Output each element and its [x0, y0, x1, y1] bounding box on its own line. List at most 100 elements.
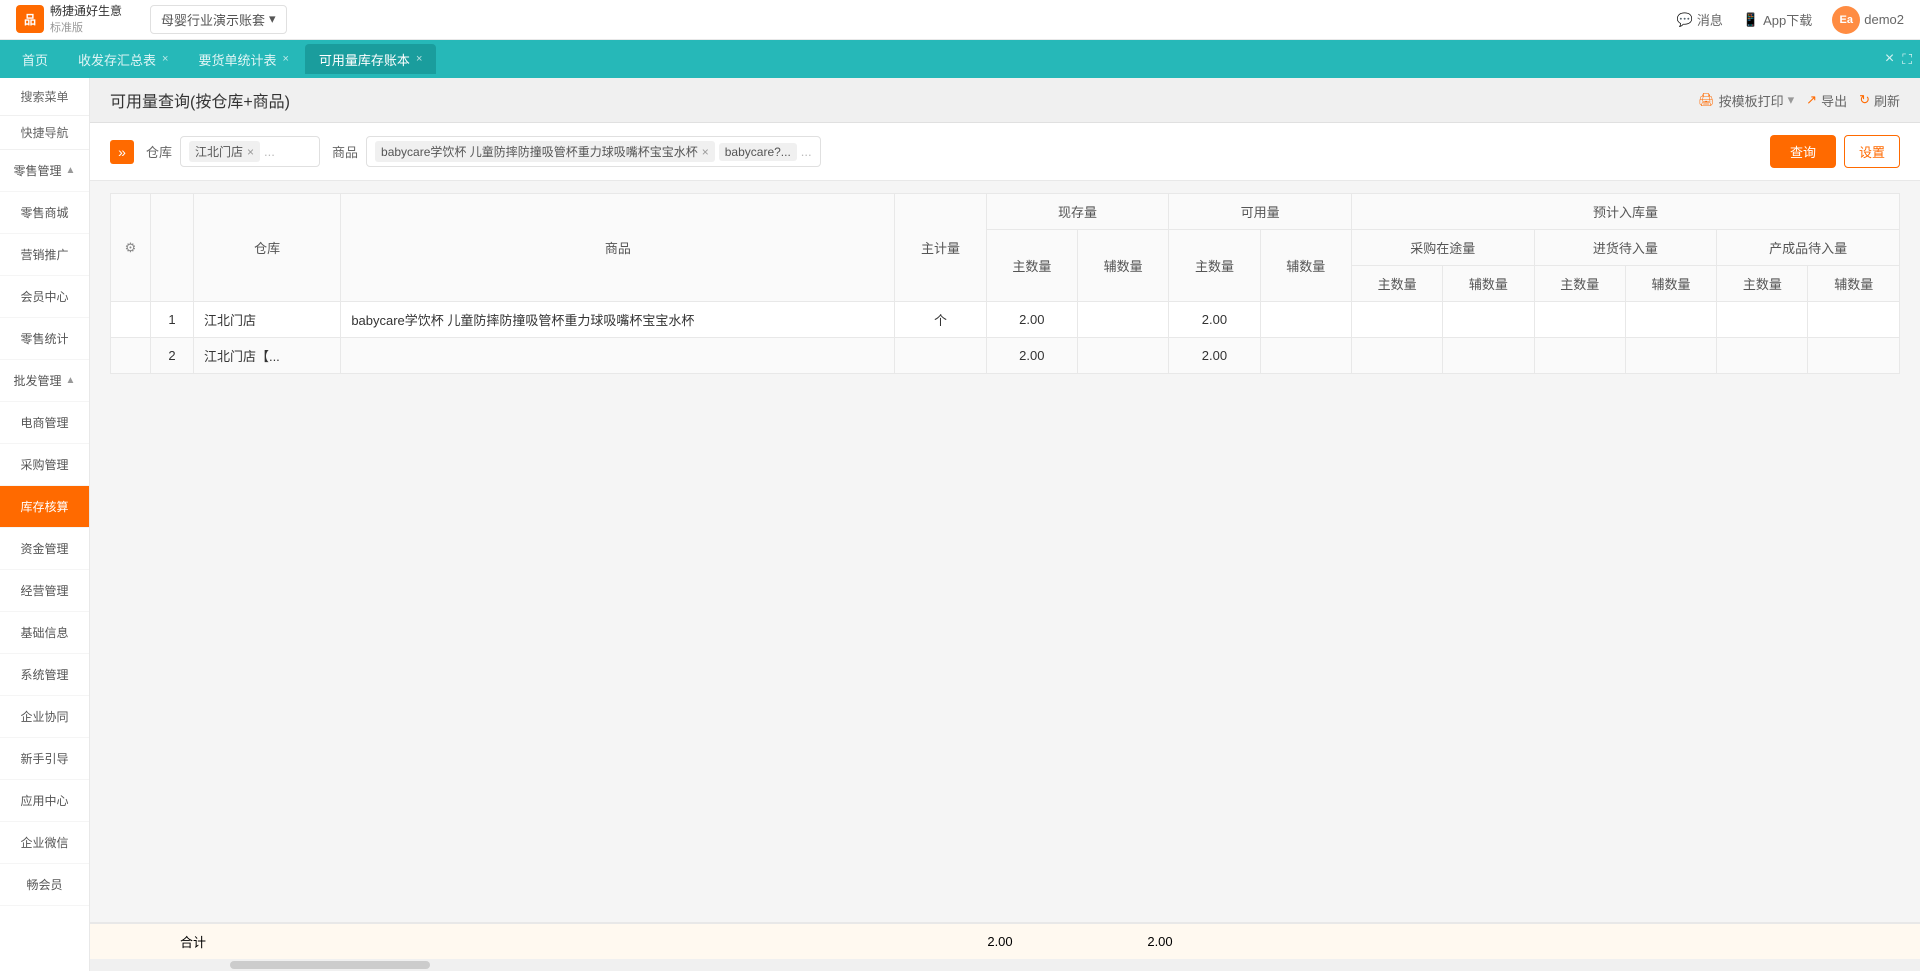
- row1-settings: [111, 302, 151, 338]
- row1-production-main: [1717, 302, 1808, 338]
- warehouse-tag: 江北门店 ×: [189, 141, 260, 162]
- sidebar-item-corp-wechat[interactable]: 企业微信: [0, 822, 89, 864]
- scroll-area: [90, 959, 1920, 971]
- sidebar-item-retail-stats[interactable]: 零售统计: [0, 318, 89, 360]
- sidebar-item-retail-mall[interactable]: 零售商城: [0, 192, 89, 234]
- sidebar: 搜索菜单 快捷导航 零售管理 ▲ 零售商城 营销推广 会员中心 零售统计 批发管…: [0, 78, 90, 971]
- sidebar-item-ecommerce[interactable]: 电商管理: [0, 402, 89, 444]
- filter-buttons: 查询 设置: [1770, 135, 1900, 168]
- product-tag-1-value: babycare学饮杯 儿童防摔防撞吸管杯重力球吸嘴杯宝宝水杯: [381, 143, 698, 160]
- chevron-icon-2: ▲: [66, 375, 76, 386]
- product-more-button[interactable]: ...: [801, 144, 812, 159]
- tab-receivable-label: 收发存汇总表: [78, 50, 156, 69]
- warehouse-filter-input[interactable]: 江北门店 × ...: [180, 136, 320, 167]
- row2-warehouse: 江北门店【...: [193, 338, 340, 374]
- refresh-icon: ↻: [1859, 92, 1870, 108]
- sidebar-item-operation[interactable]: 经营管理: [0, 570, 89, 612]
- content-area: 可用量查询(按仓库+商品) 🖨 按模板打印 ▾ ↗ 导出 ↻ 刷新 »: [90, 78, 1920, 971]
- row1-transfer-main: [1534, 302, 1625, 338]
- horizontal-scrollbar[interactable]: [230, 961, 430, 969]
- filter-area: » 仓库 江北门店 × ... 商品 babycare学饮杯 儿童防摔防撞吸管杯…: [90, 123, 1920, 181]
- sidebar-item-enterprise[interactable]: 企业协同: [0, 696, 89, 738]
- filter-expand-button[interactable]: »: [110, 140, 134, 164]
- row2-purchase-main: [1351, 338, 1442, 374]
- sidebar-item-finance-label: 资金管理: [20, 540, 68, 557]
- row1-transfer-aux: [1625, 302, 1716, 338]
- tab-home-label: 首页: [22, 50, 48, 69]
- message-label: 消息: [1697, 10, 1723, 29]
- sidebar-item-retail-mgmt[interactable]: 零售管理 ▲: [0, 150, 89, 192]
- table-row: 2 江北门店【... 2.00 2.00: [111, 338, 1900, 374]
- sidebar-item-operation-label: 经营管理: [20, 582, 68, 599]
- th-settings[interactable]: ⚙: [111, 194, 151, 302]
- product-filter-label: 商品: [332, 142, 358, 161]
- row2-index: 2: [151, 338, 194, 374]
- close-all-button[interactable]: ×: [1885, 50, 1894, 68]
- tab-receivable[interactable]: 收发存汇总表 ×: [64, 44, 182, 74]
- industry-selector[interactable]: 母婴行业演示账套 ▾: [150, 5, 287, 34]
- product-tag-1-remove[interactable]: ×: [702, 145, 709, 159]
- query-button[interactable]: 查询: [1770, 135, 1836, 168]
- row2-avail-main: 2.00: [1169, 338, 1260, 374]
- sidebar-quick-nav[interactable]: 快捷导航: [0, 116, 89, 150]
- print-label: 按模板打印: [1719, 91, 1784, 110]
- user-profile[interactable]: Ea demo2: [1832, 6, 1904, 34]
- th-stock-group: 现存量: [986, 194, 1169, 230]
- tab-order-stats-label: 要货单统计表: [198, 50, 276, 69]
- th-production-aux: 辅数量: [1808, 266, 1900, 302]
- sidebar-search[interactable]: 搜索菜单: [0, 78, 89, 116]
- data-table: ⚙ 仓库 商品 主计量 现存量 可用量 预计入库量 主数量 辅数量 主数量: [110, 193, 1900, 374]
- warehouse-tag-remove[interactable]: ×: [247, 145, 254, 159]
- tab-home[interactable]: 首页: [8, 44, 62, 74]
- page-title: 可用量查询(按仓库+商品): [110, 88, 290, 112]
- app-download-button[interactable]: 📱 App下载: [1743, 10, 1812, 29]
- sidebar-item-basic-info[interactable]: 基础信息: [0, 612, 89, 654]
- sidebar-item-inventory-check-label: 库存核算: [20, 498, 68, 515]
- tab-order-stats[interactable]: 要货单统计表 ×: [184, 44, 302, 74]
- avatar: Ea: [1832, 6, 1860, 34]
- export-icon: ↗: [1806, 92, 1817, 108]
- settings-button[interactable]: 设置: [1844, 135, 1900, 168]
- fullscreen-button[interactable]: ⛶: [1902, 51, 1912, 68]
- sidebar-item-ecommerce-label: 电商管理: [20, 414, 68, 431]
- sidebar-item-new-guide[interactable]: 新手引导: [0, 738, 89, 780]
- row1-product: babycare学饮杯 儿童防摔防撞吸管杯重力球吸嘴杯宝宝水杯: [341, 302, 895, 338]
- row1-purchase-aux: [1443, 302, 1534, 338]
- sidebar-item-purchase[interactable]: 采购管理: [0, 444, 89, 486]
- download-icon: 📱: [1743, 12, 1759, 28]
- tab-inventory-close[interactable]: ×: [416, 53, 422, 65]
- sidebar-item-inventory-check[interactable]: 库存核算: [0, 486, 89, 528]
- sidebar-item-system[interactable]: 系统管理: [0, 654, 89, 696]
- sidebar-item-wholesale-mgmt[interactable]: 批发管理 ▲: [0, 360, 89, 402]
- footer-label: 合计: [180, 932, 260, 951]
- th-stock-aux: 辅数量: [1077, 230, 1168, 302]
- export-button[interactable]: ↗ 导出: [1806, 91, 1847, 110]
- th-incoming-group: 预计入库量: [1351, 194, 1899, 230]
- warehouse-more-button[interactable]: ...: [264, 144, 275, 159]
- sidebar-item-finance[interactable]: 资金管理: [0, 528, 89, 570]
- sidebar-item-app-center-label: 应用中心: [20, 792, 68, 809]
- sidebar-item-member[interactable]: 会员中心: [0, 276, 89, 318]
- row2-production-main: [1717, 338, 1808, 374]
- sidebar-item-marketing[interactable]: 营销推广: [0, 234, 89, 276]
- row2-product: [341, 338, 895, 374]
- sidebar-item-basic-info-label: 基础信息: [20, 624, 68, 641]
- message-button[interactable]: 💬 消息: [1677, 10, 1723, 29]
- sidebar-item-member-plus[interactable]: 畅会员: [0, 864, 89, 906]
- refresh-button[interactable]: ↻ 刷新: [1859, 91, 1900, 110]
- sidebar-item-app-center[interactable]: 应用中心: [0, 780, 89, 822]
- sidebar-item-retail-mgmt-label: 零售管理: [14, 162, 62, 179]
- print-button[interactable]: 🖨 按模板打印 ▾: [1698, 91, 1794, 110]
- row1-stock-main: 2.00: [986, 302, 1077, 338]
- tab-order-stats-close[interactable]: ×: [282, 53, 288, 65]
- page-header: 可用量查询(按仓库+商品) 🖨 按模板打印 ▾ ↗ 导出 ↻ 刷新: [90, 78, 1920, 123]
- row2-unit: [895, 338, 986, 374]
- tab-receivable-close[interactable]: ×: [162, 53, 168, 65]
- message-icon: 💬: [1677, 12, 1693, 28]
- product-filter-input[interactable]: babycare学饮杯 儿童防摔防撞吸管杯重力球吸嘴杯宝宝水杯 × babyca…: [366, 136, 821, 167]
- nav-tabs: 首页 收发存汇总表 × 要货单统计表 × 可用量库存账本 × × ⛶: [0, 40, 1920, 78]
- th-purchase-aux: 辅数量: [1443, 266, 1534, 302]
- brand-icon: 品: [16, 5, 44, 33]
- th-transfer-aux: 辅数量: [1625, 266, 1716, 302]
- tab-inventory[interactable]: 可用量库存账本 ×: [305, 44, 436, 74]
